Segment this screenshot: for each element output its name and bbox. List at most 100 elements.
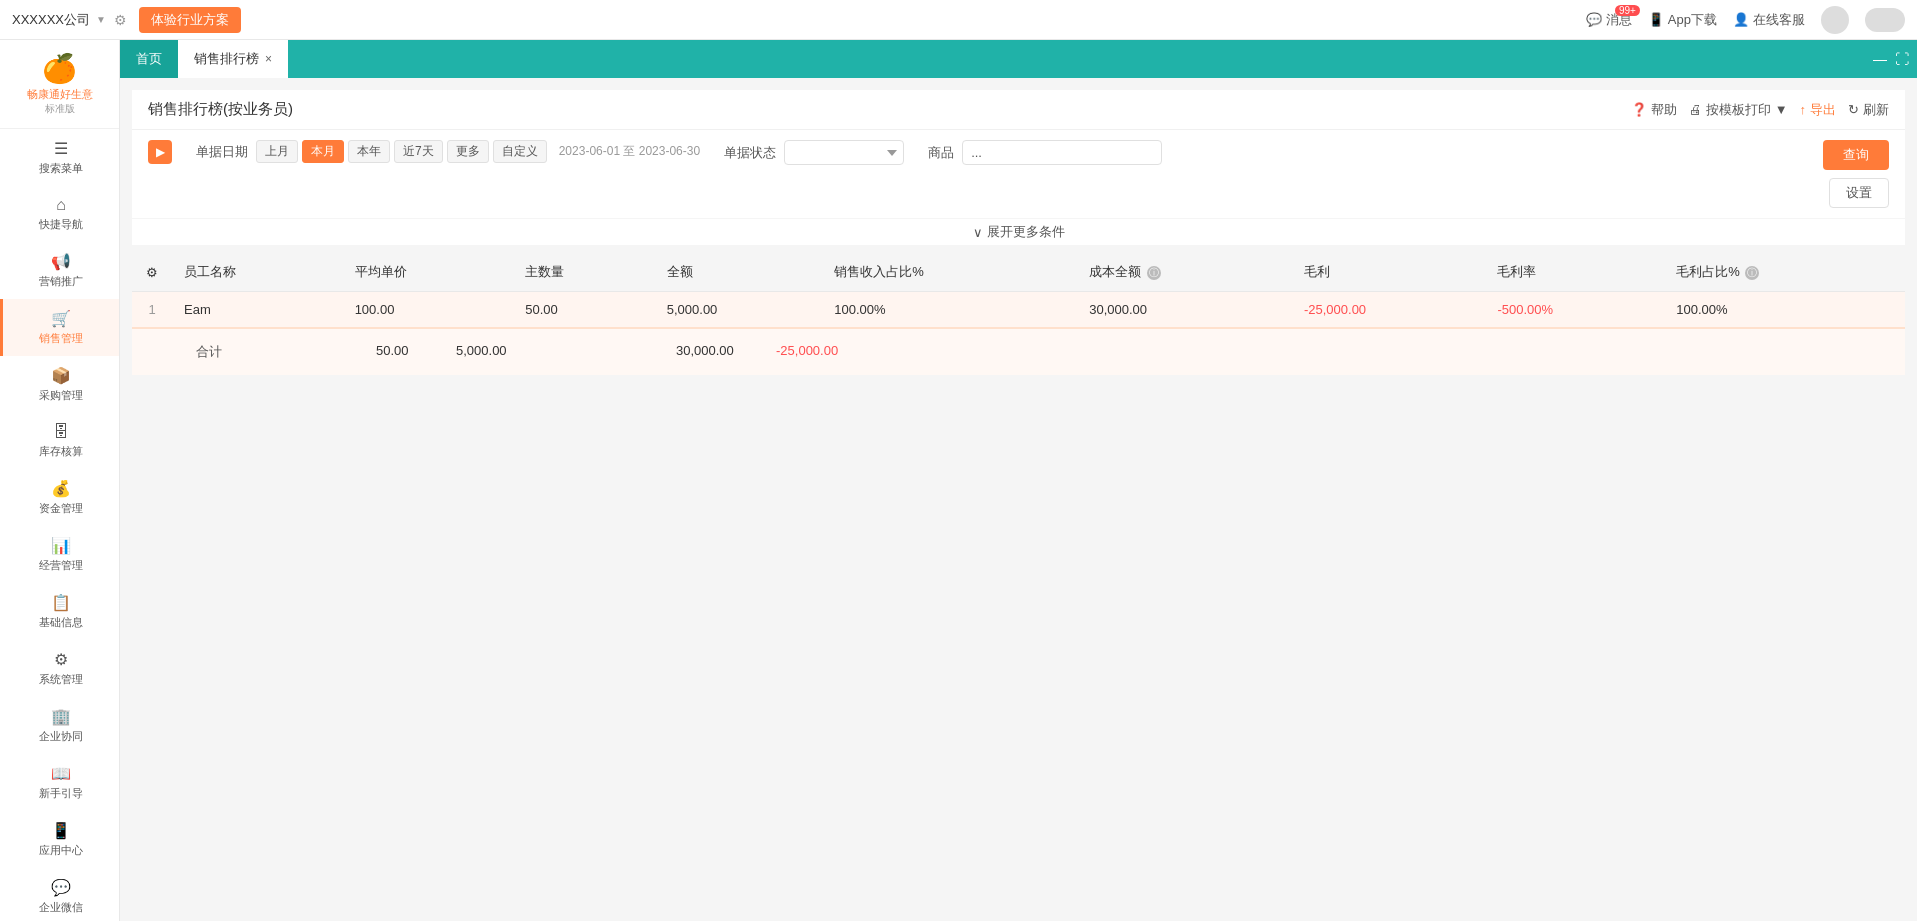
tab-close-icon[interactable]: × bbox=[265, 52, 272, 66]
filter-date-more[interactable]: 更多 bbox=[447, 140, 489, 163]
table-container: ⚙ 员工名称 平均单价 主数量 全额 销售收入占比% 成本全额 ⓘ 毛利 毛利率 bbox=[132, 253, 1905, 328]
sidebar-item-sales[interactable]: 🛒 销售管理 bbox=[0, 299, 119, 356]
th-name: 员工名称 bbox=[172, 253, 343, 292]
table-settings-icon[interactable]: ⚙ bbox=[146, 265, 158, 280]
app-icon: 📱 bbox=[1648, 12, 1664, 27]
footer-main-qty: 50.00 bbox=[364, 339, 444, 365]
table-header-row: ⚙ 员工名称 平均单价 主数量 全额 销售收入占比% 成本全额 ⓘ 毛利 毛利率 bbox=[132, 253, 1905, 292]
sidebar-item-quick-nav[interactable]: ⌂ 快捷导航 bbox=[0, 186, 119, 242]
filter-date-last-month[interactable]: 上月 bbox=[256, 140, 298, 163]
sidebar-item-label: 新手引导 bbox=[39, 786, 83, 801]
export-icon: ↑ bbox=[1800, 102, 1807, 117]
print-chevron-icon: ▼ bbox=[1775, 102, 1788, 117]
settings-button[interactable]: 设置 bbox=[1829, 178, 1889, 208]
app-download-button[interactable]: 📱 App下载 bbox=[1648, 11, 1717, 29]
refresh-label: 刷新 bbox=[1863, 101, 1889, 119]
footer-gross: -25,000.00 bbox=[764, 339, 864, 365]
sidebar-item-corp-collab[interactable]: 🏢 企业协同 bbox=[0, 697, 119, 754]
sidebar-item-search[interactable]: ☰ 搜索菜单 bbox=[0, 129, 119, 186]
filter-expand-label: 展开更多条件 bbox=[987, 223, 1065, 241]
sidebar-item-guide[interactable]: 📖 新手引导 bbox=[0, 754, 119, 811]
filter-goods-label: 商品 bbox=[928, 144, 954, 162]
company-selector[interactable]: XXXXXX公司 ▼ bbox=[12, 11, 106, 29]
sidebar-item-corp-wechat[interactable]: 💬 企业微信 bbox=[0, 868, 119, 921]
trial-button[interactable]: 体验行业方案 bbox=[139, 7, 241, 33]
marketing-icon: 📢 bbox=[51, 252, 71, 271]
sidebar-item-finance[interactable]: 💰 资金管理 bbox=[0, 469, 119, 526]
cell-gross-rate: -500.00% bbox=[1485, 292, 1664, 328]
export-button[interactable]: ↑ 导出 bbox=[1800, 101, 1837, 119]
filter-status-select[interactable] bbox=[784, 140, 904, 165]
tab-home[interactable]: 首页 bbox=[120, 40, 178, 78]
filter-goods-input[interactable] bbox=[962, 140, 1162, 165]
tab-minimize-icon[interactable]: — bbox=[1873, 51, 1887, 67]
table-row: 1 Eam 100.00 50.00 5,000.00 100.00% 30,0… bbox=[132, 292, 1905, 328]
company-settings-icon[interactable]: ⚙ bbox=[114, 12, 127, 28]
purchase-icon: 📦 bbox=[51, 366, 71, 385]
logo-sub: 标准版 bbox=[45, 102, 75, 116]
sidebar-item-label: 企业微信 bbox=[39, 900, 83, 915]
cell-name: Eam bbox=[172, 292, 343, 328]
sales-icon: 🛒 bbox=[51, 309, 71, 328]
filter-expand-button[interactable]: ∨ 展开更多条件 bbox=[973, 223, 1065, 241]
sidebar-item-purchase[interactable]: 📦 采购管理 bbox=[0, 356, 119, 413]
service-icon: 👤 bbox=[1733, 12, 1749, 27]
sidebar-item-label: 系统管理 bbox=[39, 672, 83, 687]
sidebar-item-base-info[interactable]: 📋 基础信息 bbox=[0, 583, 119, 640]
guide-icon: 📖 bbox=[51, 764, 71, 783]
page-title: 销售排行榜(按业务员) bbox=[148, 100, 293, 119]
online-service-button[interactable]: 👤 在线客服 bbox=[1733, 11, 1805, 29]
tab-sales-ranking[interactable]: 销售排行榜 × bbox=[178, 40, 288, 78]
cell-sales-pct: 100.00% bbox=[822, 292, 1077, 328]
table-footer: 合计 50.00 5,000.00 30,000.00 -25,000.00 bbox=[132, 328, 1905, 375]
footer-gross-pct bbox=[964, 339, 1044, 365]
filter-status-label: 单据状态 bbox=[724, 144, 776, 162]
operations-icon: 📊 bbox=[51, 536, 71, 555]
page-header: 销售排行榜(按业务员) ❓ 帮助 🖨 按模板打印 ▼ ↑ 导出 bbox=[132, 90, 1905, 130]
message-badge: 99+ bbox=[1615, 5, 1640, 16]
main-layout: 🍊 畅康通好生意 标准版 ☰ 搜索菜单 ⌂ 快捷导航 📢 营销推广 🛒 销售管理… bbox=[0, 40, 1917, 921]
logo-icon: 🍊 bbox=[42, 52, 77, 85]
avatar[interactable] bbox=[1821, 6, 1849, 34]
sidebar-item-system[interactable]: ⚙ 系统管理 bbox=[0, 640, 119, 697]
page-header-actions: ❓ 帮助 🖨 按模板打印 ▼ ↑ 导出 ↻ 刷新 bbox=[1631, 101, 1889, 119]
company-name: XXXXXX公司 bbox=[12, 11, 90, 29]
filter-date-range: 2023-06-01 至 2023-06-30 bbox=[559, 143, 700, 160]
filter-date-label: 单据日期 bbox=[196, 143, 248, 161]
tab-home-label: 首页 bbox=[136, 50, 162, 68]
refresh-button[interactable]: ↻ 刷新 bbox=[1848, 101, 1889, 119]
company-chevron-icon: ▼ bbox=[96, 14, 106, 25]
filter-date-7days[interactable]: 近7天 bbox=[394, 140, 443, 163]
search-icon: ☰ bbox=[54, 139, 68, 158]
footer-label: 合计 bbox=[184, 339, 264, 365]
filter-main-row: ▶ 单据日期 上月 本月 本年 近7天 更多 自定义 2023-06-01 至 … bbox=[132, 130, 1905, 218]
tab-expand-icon[interactable]: ⛶ bbox=[1895, 51, 1909, 67]
th-cost: 成本全额 ⓘ bbox=[1077, 253, 1292, 292]
tab-bar: 首页 销售排行榜 × — ⛶ bbox=[120, 40, 1917, 78]
help-button[interactable]: ❓ 帮助 bbox=[1631, 101, 1677, 119]
filter-date-this-month[interactable]: 本月 bbox=[302, 140, 344, 163]
print-button[interactable]: 🖨 按模板打印 ▼ bbox=[1689, 101, 1788, 119]
th-settings[interactable]: ⚙ bbox=[132, 253, 172, 292]
filter-date-custom[interactable]: 自定义 bbox=[493, 140, 547, 163]
sidebar-item-operations[interactable]: 📊 经营管理 bbox=[0, 526, 119, 583]
logo-text: 畅康通好生意 bbox=[27, 87, 93, 102]
footer-sales-pct bbox=[544, 339, 664, 365]
message-button[interactable]: 💬 消息 99+ bbox=[1586, 11, 1632, 29]
gross-pct-info-icon[interactable]: ⓘ bbox=[1745, 266, 1759, 280]
cost-info-icon[interactable]: ⓘ bbox=[1147, 266, 1161, 280]
sidebar-item-inventory[interactable]: 🗄 库存核算 bbox=[0, 413, 119, 469]
cell-main-qty: 50.00 bbox=[513, 292, 654, 328]
filter-expand-arrow[interactable]: ▶ bbox=[148, 140, 172, 164]
cell-avg-price: 100.00 bbox=[343, 292, 514, 328]
filter-date-section: 单据日期 上月 本月 本年 近7天 更多 自定义 2023-06-01 至 20… bbox=[196, 140, 700, 163]
home-icon: ⌂ bbox=[56, 196, 66, 214]
filter-container: ▶ 单据日期 上月 本月 本年 近7天 更多 自定义 2023-06-01 至 … bbox=[132, 130, 1905, 245]
th-gross-rate: 毛利率 bbox=[1485, 253, 1664, 292]
sidebar-item-label: 营销推广 bbox=[39, 274, 83, 289]
sidebar-item-app-center[interactable]: 📱 应用中心 bbox=[0, 811, 119, 868]
query-button[interactable]: 查询 bbox=[1823, 140, 1889, 170]
sidebar-item-label: 应用中心 bbox=[39, 843, 83, 858]
sidebar-item-marketing[interactable]: 📢 营销推广 bbox=[0, 242, 119, 299]
filter-date-this-year[interactable]: 本年 bbox=[348, 140, 390, 163]
